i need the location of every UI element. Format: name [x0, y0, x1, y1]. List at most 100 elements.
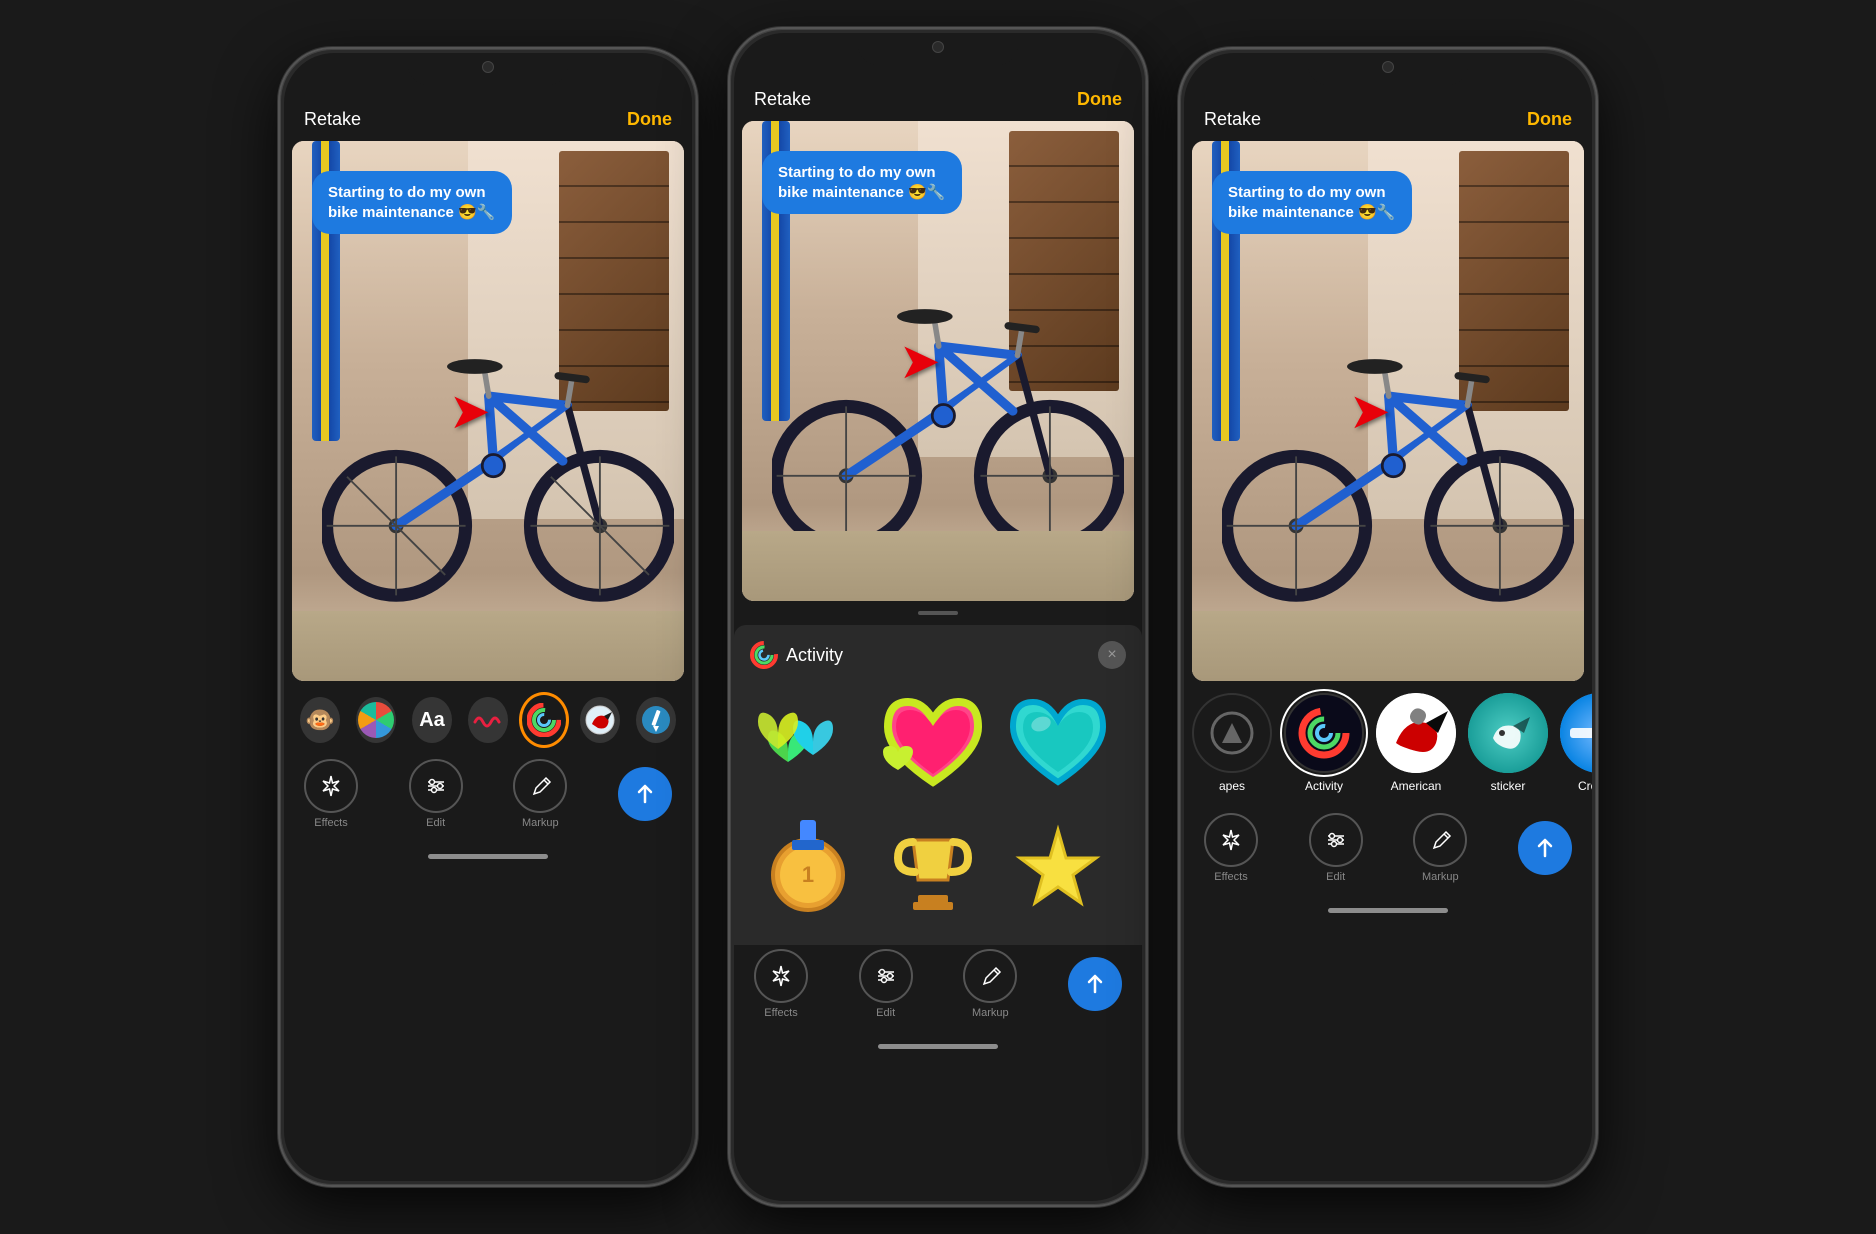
effects-icon-2 [754, 949, 808, 1003]
sticker-item-4[interactable]: 1 [750, 812, 865, 927]
scroll-item-american[interactable]: American [1376, 693, 1456, 793]
home-bar-line-1 [428, 854, 548, 859]
activity-btn[interactable] [524, 697, 564, 743]
effects-btn-2[interactable]: Effects [754, 949, 808, 1019]
edit-label-1: Edit [426, 817, 445, 829]
scroll-pill [918, 611, 958, 615]
send-btn-1[interactable] [618, 767, 672, 821]
caption-text-2: Starting to do my own bike maintenance 😎… [778, 164, 945, 201]
svg-text:1: 1 [801, 862, 813, 887]
edit-btn-1[interactable]: Edit [409, 759, 463, 829]
scroll-item-activity[interactable]: Activity [1284, 693, 1364, 793]
red-arrow-2: ➤ [899, 332, 941, 390]
retake-button-3[interactable]: Retake [1204, 109, 1261, 130]
red-arrow-1: ➤ [449, 382, 491, 440]
effects-label-1: Effects [314, 817, 347, 829]
bike-svg-3 [1222, 301, 1574, 621]
red-arrow-3: ➤ [1349, 382, 1391, 440]
colors-btn[interactable] [356, 697, 396, 743]
scroll-item-shapes[interactable]: apes [1192, 693, 1272, 793]
edit-btn-3[interactable]: Edit [1309, 813, 1363, 883]
scroll-pill-container [734, 601, 1142, 625]
pen-wave-icon [473, 710, 503, 730]
edit-icon-2 [859, 949, 913, 1003]
caption-bubble-2: Starting to do my own bike maintenance 😎… [762, 151, 962, 214]
american-sticker-icon [1376, 693, 1456, 773]
sticker-btn[interactable] [580, 697, 620, 743]
notch [408, 53, 568, 85]
sticker-item-1[interactable] [750, 687, 865, 802]
markup-icon-2 [963, 949, 1017, 1003]
effects-icon-1 [304, 759, 358, 813]
effects-btn-3[interactable]: Effects [1204, 813, 1258, 883]
photo-area-3: Starting to do my own bike maintenance 😎… [1192, 141, 1584, 681]
actions-row-2: Effects Edit [734, 945, 1142, 1027]
phone-1-screen: Retake Done [284, 53, 692, 1181]
camera-dot-3 [1382, 61, 1394, 73]
notch-3 [1308, 53, 1468, 85]
floor-2 [742, 531, 1134, 601]
emoji-icon: 🐵 [305, 706, 335, 735]
effects-btn-1[interactable]: Effects [304, 759, 358, 829]
markup-label-3: Markup [1422, 871, 1459, 883]
send-btn-3[interactable] [1518, 821, 1572, 875]
icon-row-1: 🐵 Aa [284, 689, 692, 751]
caption-bubble-3: Starting to do my own bike maintenance 😎… [1212, 171, 1412, 234]
text-btn[interactable]: Aa [412, 697, 452, 743]
pen-btn[interactable] [468, 697, 508, 743]
sticker-picker: Activity × [734, 625, 1142, 945]
sticker-item-2[interactable] [875, 687, 990, 802]
home-bar-line-3 [1328, 908, 1448, 913]
camera-dot [482, 61, 494, 73]
sticker-grid-row2: 1 [734, 802, 1142, 937]
sticker-grid-row1 [734, 677, 1142, 812]
toolbar-1: 🐵 Aa [284, 681, 692, 875]
american-label: American [1391, 779, 1442, 793]
edit-icon-3 [1309, 813, 1363, 867]
edit-btn-2[interactable]: Edit [859, 949, 913, 1019]
markup-icon-3 [1413, 813, 1467, 867]
done-button-1[interactable]: Done [627, 109, 672, 130]
crossy-label: Crossy I [1578, 779, 1592, 793]
emoji-icon-btn[interactable]: 🐵 [300, 697, 340, 743]
phone-3: Retake Done [1178, 47, 1598, 1187]
floor-3 [1192, 611, 1584, 681]
retake-button-2[interactable]: Retake [754, 89, 811, 110]
scroll-item-sticker[interactable]: sticker [1468, 693, 1548, 793]
bike-photo-1: Starting to do my own bike maintenance 😎… [292, 141, 684, 681]
phones-container: Retake Done [278, 27, 1598, 1207]
sticker-label: sticker [1491, 779, 1526, 793]
sticker-item-5[interactable] [875, 812, 990, 927]
done-button-3[interactable]: Done [1527, 109, 1572, 130]
sticker-item-6[interactable] [1000, 812, 1115, 927]
markup-label-2: Markup [972, 1007, 1009, 1019]
bike-photo-2: Starting to do my own bike maintenance 😎… [742, 121, 1134, 601]
crossy-sticker-icon [1560, 693, 1592, 773]
nav-bar-1: Retake Done [284, 97, 692, 141]
markup-icon-1 [513, 759, 567, 813]
activity-label: Activity [1305, 779, 1343, 793]
close-icon: × [1107, 646, 1116, 664]
send-btn-2[interactable] [1068, 957, 1122, 1011]
sticker-title-text: Activity [786, 645, 843, 666]
markup-btn-2[interactable]: Markup [963, 949, 1017, 1019]
activity-picker-icon [750, 641, 778, 669]
actions-row-1: Effects [284, 751, 692, 837]
text-icon: Aa [419, 709, 445, 732]
caption-bubble-1: Starting to do my own bike maintenance 😎… [312, 171, 512, 234]
sticker-item-3[interactable] [1000, 687, 1115, 802]
pencil-btn[interactable] [636, 697, 676, 743]
markup-btn-3[interactable]: Markup [1413, 813, 1467, 883]
markup-btn-1[interactable]: Markup [513, 759, 567, 829]
nav-bar-2: Retake Done [734, 77, 1142, 121]
nav-bar-3: Retake Done [1184, 97, 1592, 141]
sticker-close-btn[interactable]: × [1098, 641, 1126, 669]
bike-2 [772, 251, 1124, 571]
scroll-item-crossy[interactable]: Crossy I [1560, 693, 1592, 793]
phone-2: Retake Done [728, 27, 1148, 1207]
home-bar-1 [284, 837, 692, 867]
edit-icon-1 [409, 759, 463, 813]
retake-button-1[interactable]: Retake [304, 109, 361, 130]
sticker-bird-icon [584, 704, 616, 736]
done-button-2[interactable]: Done [1077, 89, 1122, 110]
